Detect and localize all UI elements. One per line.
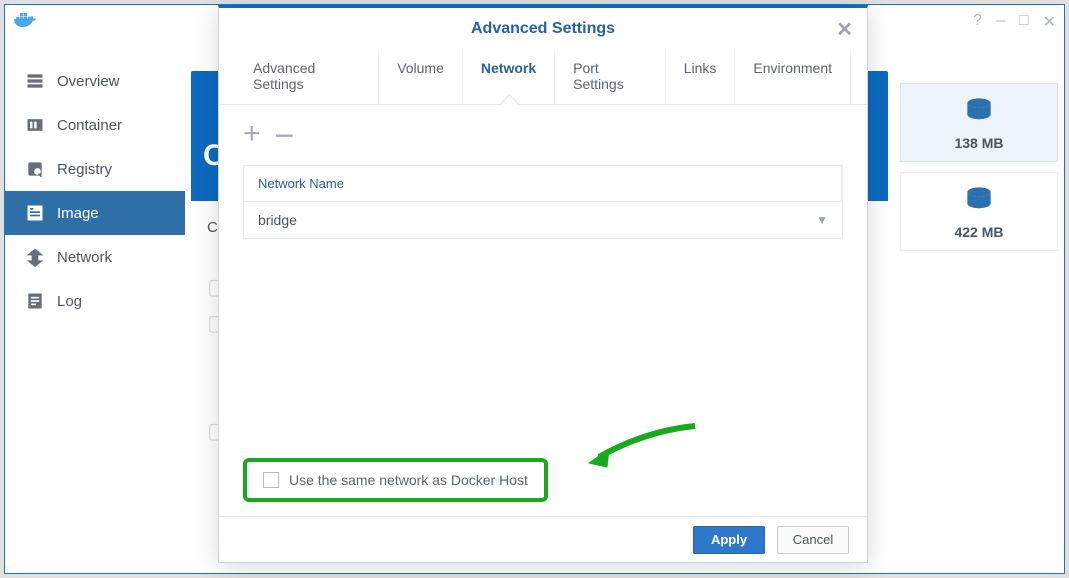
sidebar-item-container[interactable]: Container (5, 103, 185, 147)
disk-icon (965, 98, 993, 122)
table-header[interactable]: Network Name (244, 166, 842, 202)
tab-environment[interactable]: Environment (735, 50, 851, 104)
tab-network[interactable]: Network (463, 50, 555, 104)
sidebar-item-registry[interactable]: Registry (5, 147, 185, 191)
modal-title: Advanced Settings (471, 20, 615, 38)
tab-advanced-settings[interactable]: Advanced Settings (235, 50, 379, 104)
log-icon (25, 291, 45, 311)
sidebar-item-log[interactable]: Log (5, 279, 185, 323)
right-panel: 138 MB 422 MB (900, 83, 1058, 261)
image-thumb[interactable]: 138 MB (900, 83, 1058, 162)
checkbox[interactable] (263, 472, 279, 488)
container-icon (25, 115, 45, 135)
thumb-size: 138 MB (901, 135, 1057, 151)
sidebar-item-image[interactable]: Image (5, 191, 185, 235)
apply-button[interactable]: Apply (693, 526, 765, 554)
network-icon (25, 247, 45, 267)
image-thumb[interactable]: 422 MB (900, 172, 1058, 251)
maximize-icon[interactable]: □ (1019, 12, 1029, 32)
modal-footer: Apply Cancel (219, 516, 867, 562)
image-icon (25, 203, 45, 223)
help-icon[interactable]: ? (973, 12, 982, 32)
sidebar-item-network[interactable]: Network (5, 235, 185, 279)
annotation-arrow (585, 421, 705, 476)
sidebar-item-label: Registry (57, 161, 112, 178)
network-table: Network Name bridge ▼ (243, 165, 843, 239)
advanced-settings-modal: Advanced Settings ✕ Advanced Settings Vo… (218, 5, 868, 563)
sidebar-item-label: Log (57, 293, 82, 310)
sidebar-item-label: Container (57, 117, 122, 134)
close-icon[interactable]: ✕ (1043, 12, 1056, 32)
sidebar: Overview Container Registry Image Networ… (5, 39, 185, 573)
thumb-size: 422 MB (901, 224, 1057, 240)
minimize-icon[interactable]: – (996, 12, 1005, 32)
sidebar-item-overview[interactable]: Overview (5, 59, 185, 103)
overview-icon (25, 71, 45, 91)
cancel-button[interactable]: Cancel (777, 526, 849, 554)
plus-icon[interactable]: + (243, 119, 261, 153)
modal-tabs: Advanced Settings Volume Network Port Se… (219, 50, 867, 105)
close-icon[interactable]: ✕ (836, 17, 853, 42)
docker-icon (13, 9, 39, 36)
app-window: ? – □ ✕ Overview Container Registry Imag… (4, 4, 1065, 574)
checkbox-label: Use the same network as Docker Host (289, 472, 528, 488)
table-toolbar: + − (219, 105, 867, 159)
tab-volume[interactable]: Volume (379, 50, 463, 104)
modal-title-bar: Advanced Settings ✕ (219, 8, 867, 50)
minus-icon[interactable]: − (275, 119, 295, 153)
sidebar-item-label: Image (57, 205, 99, 222)
tab-links[interactable]: Links (666, 50, 736, 104)
host-network-option[interactable]: Use the same network as Docker Host (243, 458, 548, 502)
sidebar-item-label: Overview (57, 73, 120, 90)
window-controls: ? – □ ✕ (973, 12, 1056, 32)
chevron-down-icon[interactable]: ▼ (816, 213, 828, 227)
sidebar-item-label: Network (57, 249, 112, 266)
table-row[interactable]: bridge ▼ (244, 202, 842, 238)
network-name-value: bridge (258, 212, 297, 228)
registry-icon (25, 159, 45, 179)
disk-icon (965, 187, 993, 211)
card-letter: C (207, 219, 218, 236)
tab-port-settings[interactable]: Port Settings (555, 50, 666, 104)
